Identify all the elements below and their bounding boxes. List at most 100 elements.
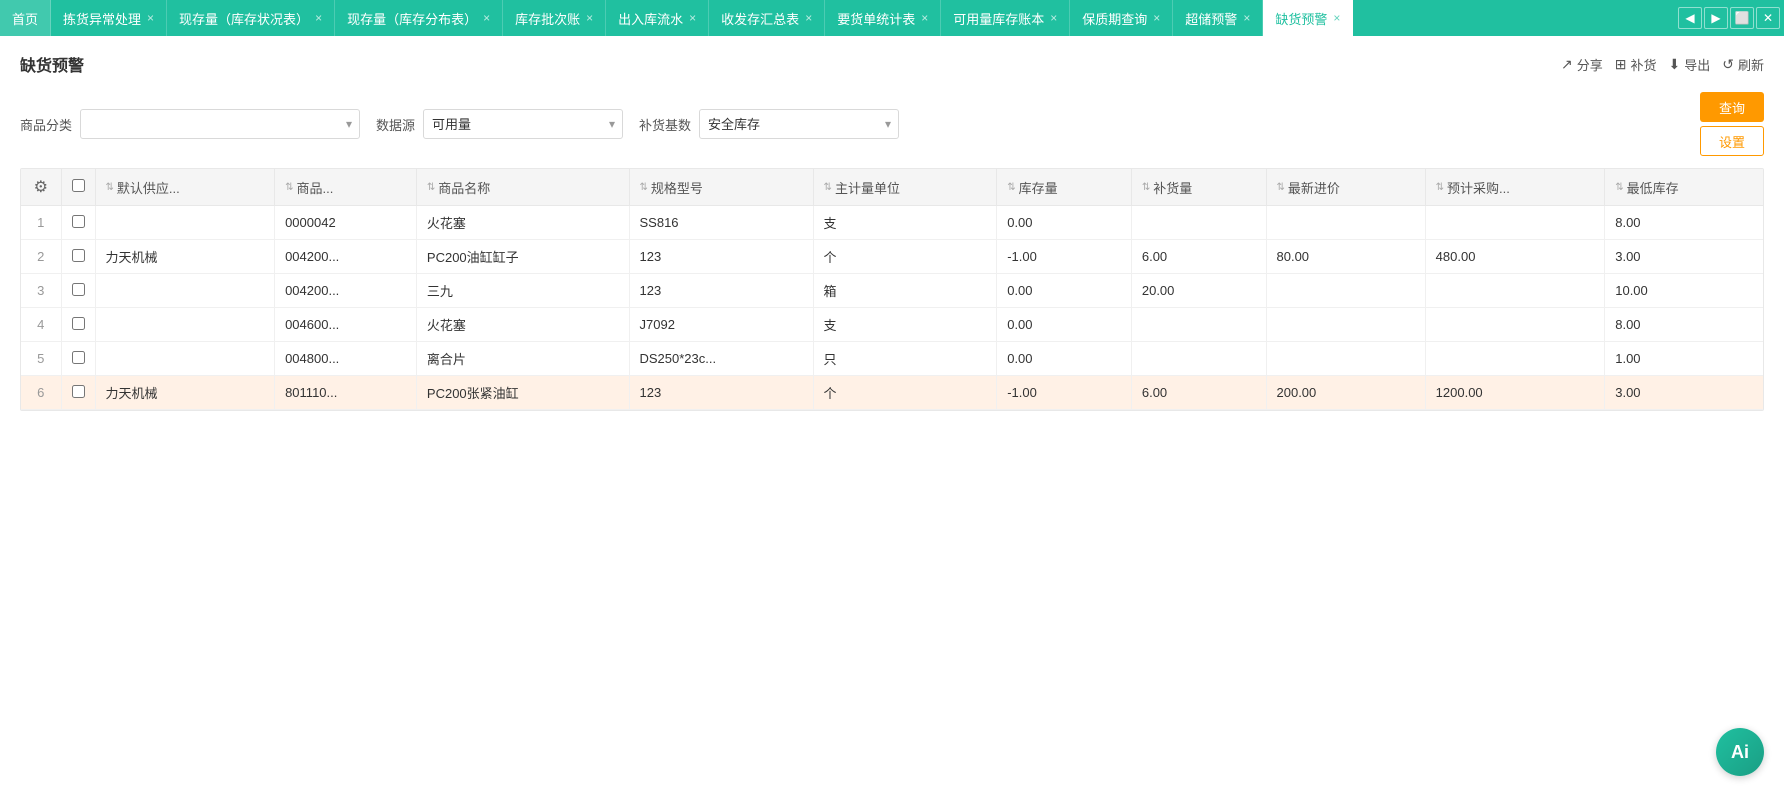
tab-item-expiry-query[interactable]: 保质期查询 × — [1070, 0, 1173, 36]
tab-label-overstock: 超储预警 — [1185, 9, 1237, 28]
tab-close-shortage[interactable]: × — [1333, 11, 1340, 25]
ai-assistant-badge[interactable]: Ai — [1716, 728, 1764, 776]
row-latest-price-4 — [1266, 308, 1425, 342]
th-checkbox — [61, 169, 95, 206]
tab-close-overstock[interactable]: × — [1243, 11, 1250, 25]
tab-item-inout-flow[interactable]: 出入库流水× — [606, 0, 709, 36]
share-button[interactable]: ↗ 分享 — [1561, 55, 1603, 74]
row-name-5: 离合片 — [416, 342, 629, 376]
tab-navigation: ◀ ▶ ⬜ ✕ — [1674, 7, 1784, 29]
settings-button[interactable]: 设置 — [1700, 126, 1764, 156]
category-filter-group: 商品分类 — [20, 109, 360, 139]
row-checkbox-5[interactable] — [72, 351, 85, 364]
tab-restore-btn[interactable]: ⬜ — [1730, 7, 1754, 29]
column-settings-btn[interactable]: ⚙ — [34, 177, 48, 197]
row-replenish-2: 6.00 — [1131, 240, 1266, 274]
tab-close-batch-account[interactable]: × — [586, 11, 593, 25]
replenish-base-label: 补货基数 — [639, 115, 691, 134]
th-product-name: ⇅商品名称 — [416, 169, 629, 206]
table-row: 5 004800... 离合片 DS250*23c... 只 0.00 1.00 — [21, 342, 1763, 376]
tab-close-collect-summary[interactable]: × — [805, 11, 812, 25]
row-replenish-1 — [1131, 206, 1266, 240]
tab-label-batch-account: 库存批次账 — [515, 9, 580, 28]
tab-item-inventory-dist[interactable]: 现存量（库存分布表）× — [335, 0, 503, 36]
tab-label-home: 首页 — [12, 9, 38, 28]
tab-close-demand-stats[interactable]: × — [921, 11, 928, 25]
tab-item-batch-account[interactable]: 库存批次账 × — [503, 0, 606, 36]
tab-item-demand-stats[interactable]: 要货单统计表× — [825, 0, 941, 36]
tab-close-abnormal[interactable]: × — [147, 11, 154, 25]
row-stock-5: 0.00 — [997, 342, 1132, 376]
tab-close-available-ledger[interactable]: × — [1050, 11, 1057, 25]
category-select[interactable] — [80, 109, 360, 139]
export-button[interactable]: ⬇ 导出 — [1669, 55, 1711, 74]
row-replenish-4 — [1131, 308, 1266, 342]
sort-icon: ⇅ — [824, 182, 832, 193]
tab-close-inventory-dist[interactable]: × — [483, 11, 490, 25]
row-replenish-3: 20.00 — [1131, 274, 1266, 308]
tab-close-inout-flow[interactable]: × — [689, 11, 696, 25]
row-supplier-4 — [95, 308, 275, 342]
sort-icon: ⇅ — [1615, 182, 1623, 193]
tab-next-btn[interactable]: ▶ — [1704, 7, 1728, 29]
row-min-stock-3: 10.00 — [1605, 274, 1763, 308]
row-unit-2: 个 — [813, 240, 997, 274]
data-table: ⚙ ⇅默认供应... ⇅商品... ⇅商品名称 ⇅规格型号 — [21, 169, 1763, 410]
tab-item-abnormal[interactable]: 拣货异常处理 × — [51, 0, 167, 36]
row-num-5: 5 — [21, 342, 61, 376]
replenish-button[interactable]: ⊞ 补货 — [1615, 55, 1657, 74]
select-all-checkbox[interactable] — [72, 179, 85, 192]
table-row: 3 004200... 三九 123 箱 0.00 20.00 10.00 — [21, 274, 1763, 308]
row-checkbox-2[interactable] — [72, 249, 85, 262]
tab-close-inventory-status[interactable]: × — [315, 11, 322, 25]
query-button[interactable]: 查询 — [1700, 92, 1764, 122]
table-row: 4 004600... 火花塞 J7092 支 0.00 8.00 — [21, 308, 1763, 342]
tab-item-inventory-status[interactable]: 现存量（库存状况表）× — [167, 0, 335, 36]
row-supplier-3 — [95, 274, 275, 308]
th-replenish-qty: ⇅补货量 — [1131, 169, 1266, 206]
sort-icon: ⇅ — [1142, 182, 1150, 193]
row-unit-1: 支 — [813, 206, 997, 240]
row-num-2: 2 — [21, 240, 61, 274]
tab-label-expiry-query: 保质期查询 — [1082, 9, 1147, 28]
row-latest-price-6: 200.00 — [1266, 376, 1425, 410]
row-supplier-5 — [95, 342, 275, 376]
row-code-6: 801110... — [275, 376, 417, 410]
row-spec-6: 123 — [629, 376, 813, 410]
tab-bar: 首页拣货异常处理×现存量（库存状况表）×现存量（库存分布表）×库存批次账×出入库… — [0, 0, 1784, 36]
tab-close-expiry-query[interactable]: × — [1153, 11, 1160, 25]
tab-prev-btn[interactable]: ◀ — [1678, 7, 1702, 29]
tab-close-btn[interactable]: ✕ — [1756, 7, 1780, 29]
main-content: 缺货预警 ↗ 分享 ⊞ 补货 ⬇ 导出 ↺ 刷新 商品分类 — [0, 36, 1784, 796]
row-supplier-1 — [95, 206, 275, 240]
row-checkbox-6[interactable] — [72, 385, 85, 398]
th-est-purchase: ⇅预计采购... — [1425, 169, 1605, 206]
datasource-label: 数据源 — [376, 115, 415, 134]
refresh-button[interactable]: ↺ 刷新 — [1722, 55, 1764, 74]
datasource-select[interactable]: 可用量 — [423, 109, 623, 139]
row-checkbox-cell-6 — [61, 376, 95, 410]
row-stock-4: 0.00 — [997, 308, 1132, 342]
tab-item-collect-summary[interactable]: 收发存汇总表× — [709, 0, 825, 36]
sort-icon: ⇅ — [640, 182, 648, 193]
table-row: 6 力天机械 801110... PC200张紧油缸 123 个 -1.00 6… — [21, 376, 1763, 410]
row-est-purchase-4 — [1425, 308, 1605, 342]
tab-item-shortage[interactable]: 缺货预警× — [1263, 0, 1353, 36]
row-checkbox-4[interactable] — [72, 317, 85, 330]
row-code-2: 004200... — [275, 240, 417, 274]
row-checkbox-1[interactable] — [72, 215, 85, 228]
tab-item-available-ledger[interactable]: 可用量库存账本× — [941, 0, 1070, 36]
row-code-5: 004800... — [275, 342, 417, 376]
row-est-purchase-3 — [1425, 274, 1605, 308]
tab-item-home[interactable]: 首页 — [0, 0, 51, 36]
row-min-stock-1: 8.00 — [1605, 206, 1763, 240]
row-min-stock-5: 1.00 — [1605, 342, 1763, 376]
replenish-base-select[interactable]: 安全库存 — [699, 109, 899, 139]
th-unit: ⇅主计量单位 — [813, 169, 997, 206]
tab-item-overstock[interactable]: 超储预警 × — [1173, 0, 1263, 36]
row-checkbox-cell-3 — [61, 274, 95, 308]
row-min-stock-2: 3.00 — [1605, 240, 1763, 274]
row-checkbox-3[interactable] — [72, 283, 85, 296]
tab-label-abnormal: 拣货异常处理 — [63, 9, 141, 28]
header-actions: ↗ 分享 ⊞ 补货 ⬇ 导出 ↺ 刷新 — [1561, 55, 1764, 74]
